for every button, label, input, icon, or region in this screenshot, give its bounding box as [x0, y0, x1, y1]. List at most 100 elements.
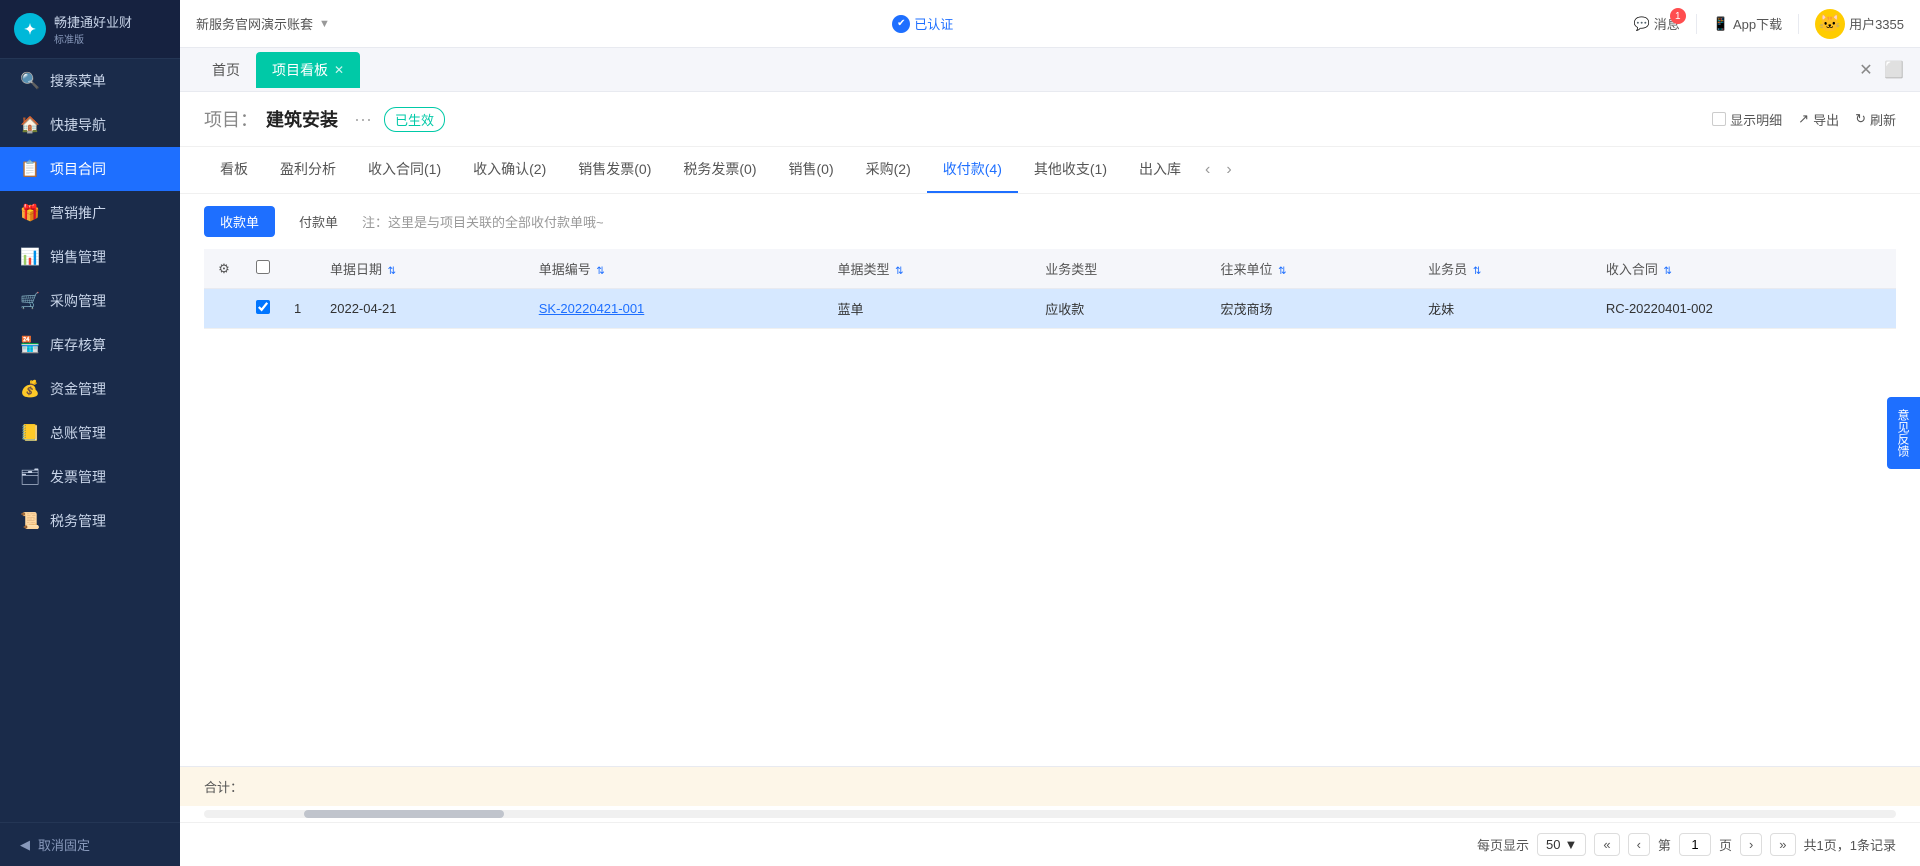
subtab-prev-btn[interactable]: ‹	[1197, 157, 1218, 183]
sidebar-icon-project-contract: 📋	[20, 159, 40, 179]
row-number: SK-20220421-001	[527, 289, 826, 329]
inner-tab-receipt[interactable]: 收款单	[204, 206, 275, 237]
inner-tab-payment[interactable]: 付款单	[283, 206, 354, 237]
col-type-label: 单据类型	[838, 262, 890, 277]
sidebar-item-search[interactable]: 🔍 搜索菜单	[0, 59, 180, 103]
subtab-other-income[interactable]: 其他收支(1)	[1018, 147, 1123, 193]
row-checkbox-0[interactable]	[256, 300, 270, 314]
page-label: 第	[1658, 835, 1671, 854]
col-income-contract[interactable]: 收入合同 ⇅	[1594, 249, 1896, 289]
sidebar-item-project-contract[interactable]: 📋 项目合同	[0, 147, 180, 191]
tab-project-board[interactable]: 项目看板 ✕	[256, 52, 360, 88]
subtab-payment[interactable]: 收付款(4)	[927, 147, 1018, 193]
row-number-link[interactable]: SK-20220421-001	[539, 301, 645, 316]
window-controls: ✕ ⬜	[1856, 60, 1904, 80]
project-actions: 显示明细 ↗ 导出 ↻ 刷新	[1712, 110, 1896, 129]
sidebar-label-sales-mgmt: 销售管理	[50, 247, 106, 267]
logo-text: 畅捷通好业财 标准版	[54, 12, 132, 46]
col-salesperson[interactable]: 业务员 ⇅	[1416, 249, 1594, 289]
export-icon: ↗	[1798, 111, 1809, 127]
sidebar-item-tax-mgmt[interactable]: 📜 税务管理	[0, 499, 180, 543]
sidebar-item-ledger-mgmt[interactable]: 📒 总账管理	[0, 411, 180, 455]
project-status-badge: 已生效	[384, 107, 445, 132]
tab-home[interactable]: 首页	[196, 52, 256, 88]
sidebar-item-purchase-mgmt[interactable]: 🛒 采购管理	[0, 279, 180, 323]
project-label-prefix: 项目：	[204, 106, 258, 132]
sidebar-icon-fund-mgmt: 💰	[20, 379, 40, 399]
message-button[interactable]: 💬 消息 1	[1634, 14, 1680, 33]
export-label: 导出	[1813, 110, 1839, 129]
subtab-income-contract[interactable]: 收入合同(1)	[352, 147, 457, 193]
scrollbar-thumb[interactable]	[304, 810, 504, 818]
select-all-checkbox[interactable]	[256, 260, 270, 274]
show-detail-checkbox[interactable]	[1712, 112, 1726, 126]
subtab-income-confirm[interactable]: 收入确认(2)	[457, 147, 562, 193]
export-button[interactable]: ↗ 导出	[1798, 110, 1839, 129]
sidebar-item-inventory[interactable]: 🏪 库存核算	[0, 323, 180, 367]
sidebar-item-sales-mgmt[interactable]: 📊 销售管理	[0, 235, 180, 279]
per-page-value: 50	[1546, 837, 1560, 852]
col-partner[interactable]: 往来单位 ⇅	[1209, 249, 1417, 289]
next-page-button[interactable]: ›	[1740, 833, 1762, 856]
subtab-tax-invoice[interactable]: 税务发票(0)	[667, 147, 772, 193]
col-income-contract-label: 收入合同	[1606, 262, 1658, 277]
refresh-button[interactable]: ↻ 刷新	[1855, 110, 1896, 129]
sidebar-item-invoice-mgmt[interactable]: 🗂 发票管理	[0, 455, 180, 499]
last-page-button[interactable]: »	[1770, 833, 1795, 856]
app-download-button[interactable]: 📱 App下载	[1713, 14, 1782, 33]
table-note: 注：这里是与项目关联的全部收付款单哦~	[362, 212, 604, 231]
first-page-button[interactable]: «	[1594, 833, 1619, 856]
show-detail-button[interactable]: 显示明细	[1712, 110, 1782, 129]
feedback-button[interactable]: 意见反馈	[1887, 397, 1920, 469]
sidebar-icon-sales-mgmt: 📊	[20, 247, 40, 267]
col-partner-label: 往来单位	[1221, 262, 1273, 277]
prev-page-button[interactable]: ‹	[1628, 833, 1650, 856]
user-button[interactable]: 🐱 用户3355	[1815, 9, 1904, 39]
sidebar-item-fund-mgmt[interactable]: 💰 资金管理	[0, 367, 180, 411]
col-number[interactable]: 单据编号 ⇅	[527, 249, 826, 289]
close-button[interactable]: ✕	[1856, 60, 1876, 80]
certified-text: 已认证	[914, 14, 953, 33]
subtab-kanban[interactable]: 看板	[204, 147, 264, 193]
maximize-button[interactable]: ⬜	[1884, 60, 1904, 80]
sidebar-item-quick-nav[interactable]: 🏠 快捷导航	[0, 103, 180, 147]
subtab-sales[interactable]: 销售(0)	[773, 147, 850, 193]
per-page-select[interactable]: 50 ▼	[1537, 833, 1586, 856]
sidebar-item-marketing[interactable]: 🎁 营销推广	[0, 191, 180, 235]
close-icon: ✕	[1859, 60, 1872, 80]
row-date: 2022-04-21	[318, 289, 527, 329]
per-page-label: 每页显示	[1477, 835, 1529, 854]
subtab-purchase[interactable]: 采购(2)	[850, 147, 927, 193]
table-body: 1 2022-04-21 SK-20220421-001 蓝单 应收款 宏茂商场…	[204, 289, 1896, 329]
app-edition: 标准版	[54, 31, 132, 46]
col-settings[interactable]: ⚙	[204, 249, 244, 289]
project-name: 建筑安装	[266, 106, 338, 132]
horizontal-scrollbar[interactable]	[204, 810, 1896, 818]
user-avatar: 🐱	[1815, 9, 1845, 39]
per-page-arrow-icon: ▼	[1564, 837, 1577, 852]
col-biz-type: 业务类型	[1033, 249, 1208, 289]
row-checkbox-cell	[244, 289, 282, 329]
col-type[interactable]: 单据类型 ⇅	[826, 249, 1034, 289]
tab-close-icon[interactable]: ✕	[334, 63, 344, 77]
sidebar-label-inventory: 库存核算	[50, 335, 106, 355]
account-selector[interactable]: 新服务官网演示账套 ▼	[196, 14, 876, 33]
row-salesperson: 龙妹	[1416, 289, 1594, 329]
total-label: 合计：	[204, 780, 243, 795]
sidebar-footer[interactable]: ◀ 取消固定	[0, 822, 180, 866]
row-biz-type: 应收款	[1033, 289, 1208, 329]
subtab-sales-invoice[interactable]: 销售发票(0)	[562, 147, 667, 193]
project-more-button[interactable]: ···	[354, 109, 372, 130]
account-name: 新服务官网演示账套	[196, 14, 313, 33]
sidebar-icon-search: 🔍	[20, 71, 40, 91]
subtab-profit[interactable]: 盈利分析	[264, 147, 352, 193]
table-row[interactable]: 1 2022-04-21 SK-20220421-001 蓝单 应收款 宏茂商场…	[204, 289, 1896, 329]
project-header: 项目： 建筑安装 ··· 已生效 显示明细 ↗ 导出 ↻ 刷新	[180, 92, 1920, 147]
sidebar-label-fund-mgmt: 资金管理	[50, 379, 106, 399]
total-row: 合计：	[180, 766, 1920, 806]
topbar-divider	[1696, 14, 1697, 34]
page-input[interactable]	[1679, 833, 1711, 856]
subtab-in-out[interactable]: 出入库	[1123, 147, 1197, 193]
col-date[interactable]: 单据日期 ⇅	[318, 249, 527, 289]
subtab-next-btn[interactable]: ›	[1218, 157, 1239, 183]
